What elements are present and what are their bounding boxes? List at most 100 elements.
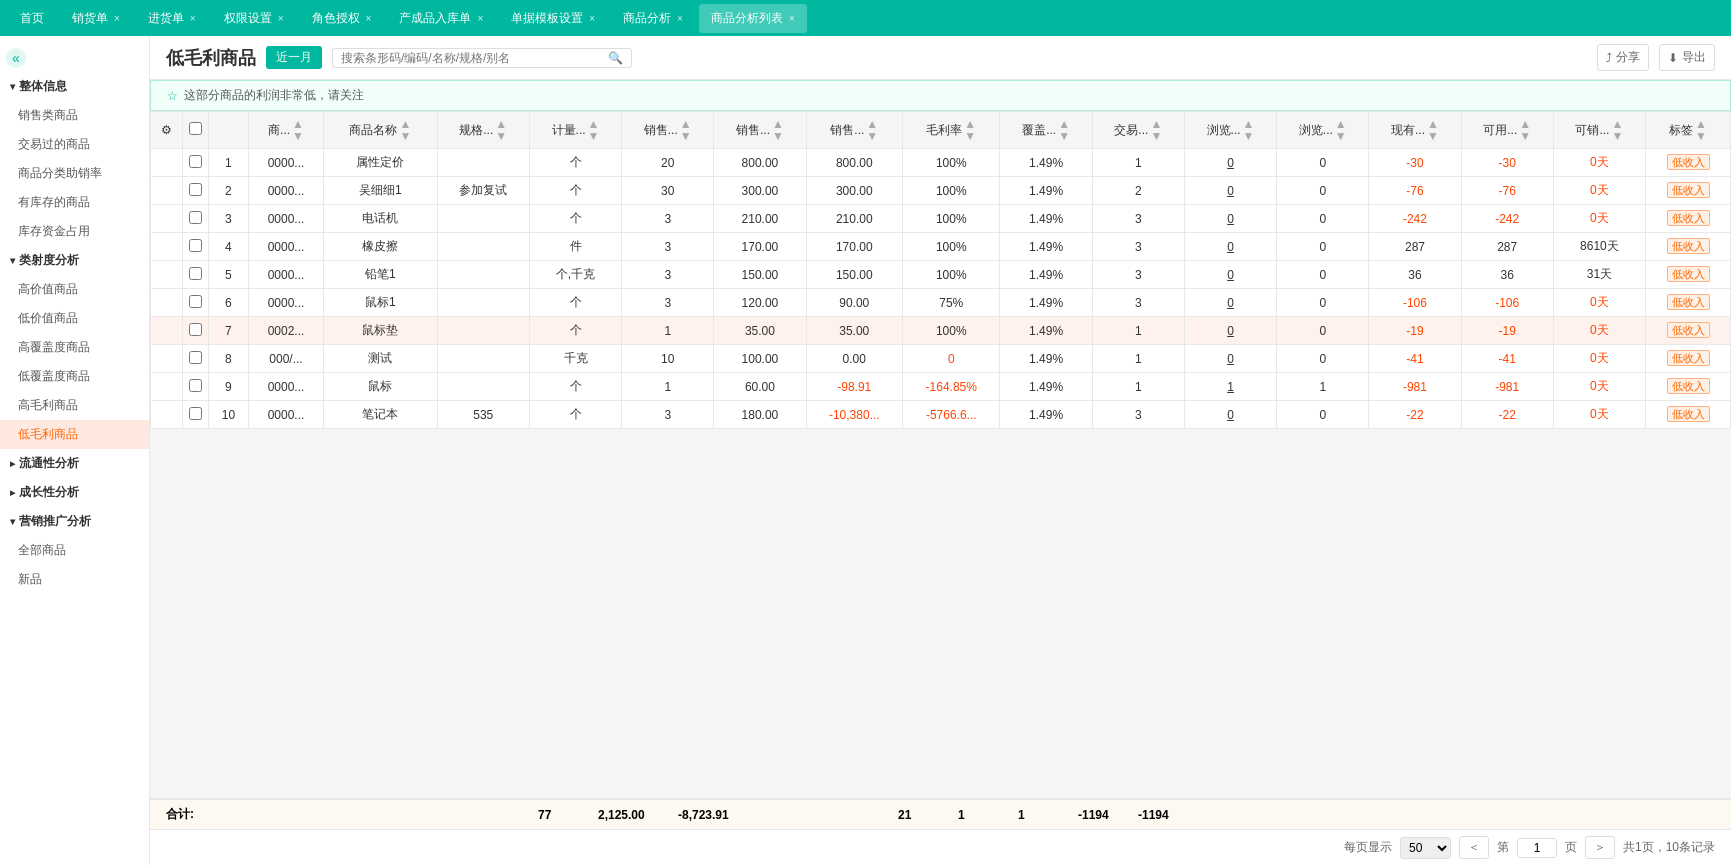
- sidebar-item-traded-goods[interactable]: 交易过的商品: [0, 130, 149, 159]
- td-name[interactable]: 鼠标: [324, 373, 437, 401]
- share-button[interactable]: ⤴ 分享: [1597, 44, 1649, 71]
- nav-product-analysis[interactable]: 商品分析 ×: [611, 4, 695, 33]
- search-input[interactable]: [341, 51, 604, 65]
- sidebar-item-in-stock[interactable]: 有库存的商品: [0, 188, 149, 217]
- export-button[interactable]: ⬇ 导出: [1659, 44, 1715, 71]
- td-view1[interactable]: 0: [1184, 261, 1276, 289]
- nav-product-analysis-list[interactable]: 商品分析列表 ×: [699, 4, 807, 33]
- th-trade[interactable]: 交易...▲▼: [1092, 112, 1184, 149]
- td-view1[interactable]: 0: [1184, 149, 1276, 177]
- close-icon[interactable]: ×: [190, 13, 196, 24]
- sidebar-item-low-profit[interactable]: 低毛利商品: [0, 420, 149, 449]
- nav-purchase-order[interactable]: 进货单 ×: [136, 4, 208, 33]
- th-saleable[interactable]: 可销...▲▼: [1553, 112, 1645, 149]
- td-tag: 低收入: [1646, 317, 1731, 345]
- td-settings: [151, 401, 183, 429]
- sidebar-group-overall[interactable]: ▾ 整体信息: [0, 72, 149, 101]
- row-checkbox[interactable]: [189, 239, 202, 252]
- close-icon[interactable]: ×: [278, 13, 284, 24]
- close-icon[interactable]: ×: [589, 13, 595, 24]
- next-page-btn[interactable]: ＞: [1585, 836, 1615, 859]
- nav-permissions[interactable]: 权限设置 ×: [212, 4, 296, 33]
- close-icon[interactable]: ×: [677, 13, 683, 24]
- close-icon[interactable]: ×: [789, 13, 795, 24]
- footer-view1: 1: [958, 808, 1018, 822]
- sidebar-group-category-analysis[interactable]: ▾ 类射度分析: [0, 246, 149, 275]
- row-checkbox[interactable]: [189, 323, 202, 336]
- td-name[interactable]: 属性定价: [324, 149, 437, 177]
- sidebar-group-circulation[interactable]: ▸ 流通性分析: [0, 449, 149, 478]
- prev-page-btn[interactable]: ＜: [1459, 836, 1489, 859]
- select-all-checkbox[interactable]: [189, 122, 202, 135]
- td-view1[interactable]: 0: [1184, 317, 1276, 345]
- sidebar-item-low-coverage[interactable]: 低覆盖度商品: [0, 362, 149, 391]
- nav-home[interactable]: 首页: [8, 4, 56, 33]
- th-view1[interactable]: 浏览...▲▼: [1184, 112, 1276, 149]
- sidebar-item-low-value[interactable]: 低价值商品: [0, 304, 149, 333]
- sidebar-item-capital[interactable]: 库存资金占用: [0, 217, 149, 246]
- th-sales1[interactable]: 销售...▲▼: [622, 112, 714, 149]
- filter-recent-month-btn[interactable]: 近一月: [266, 46, 322, 69]
- th-sales3[interactable]: 销售...▲▼: [806, 112, 902, 149]
- sidebar-item-new-goods[interactable]: 新品: [0, 565, 149, 594]
- td-name[interactable]: 橡皮擦: [324, 233, 437, 261]
- td-view1[interactable]: 0: [1184, 233, 1276, 261]
- td-name[interactable]: 铅笔1: [324, 261, 437, 289]
- td-name[interactable]: 吴细细1: [324, 177, 437, 205]
- sidebar-item-high-coverage[interactable]: 高覆盖度商品: [0, 333, 149, 362]
- th-cover-rate[interactable]: 覆盖...▲▼: [1000, 112, 1092, 149]
- sidebar-group-marketing[interactable]: ▾ 营销推广分析: [0, 507, 149, 536]
- td-view1[interactable]: 1: [1184, 373, 1276, 401]
- sidebar-collapse-btn[interactable]: «: [6, 48, 26, 68]
- row-checkbox[interactable]: [189, 267, 202, 280]
- td-view1[interactable]: 0: [1184, 289, 1276, 317]
- nav-template-settings[interactable]: 单据模板设置 ×: [499, 4, 607, 33]
- th-settings[interactable]: ⚙: [151, 112, 183, 149]
- row-checkbox[interactable]: [189, 183, 202, 196]
- page-size-select[interactable]: 50 20 100: [1400, 837, 1451, 859]
- th-code[interactable]: 商...▲▼: [248, 112, 323, 149]
- tag-badge: 低收入: [1667, 266, 1710, 282]
- row-checkbox[interactable]: [189, 295, 202, 308]
- td-view1[interactable]: 0: [1184, 345, 1276, 373]
- th-tag[interactable]: 标签▲▼: [1646, 112, 1731, 149]
- search-icon[interactable]: 🔍: [608, 51, 623, 65]
- td-view2: 0: [1277, 177, 1369, 205]
- sidebar-item-category-rate[interactable]: 商品分类助销率: [0, 159, 149, 188]
- sidebar-group-growth[interactable]: ▸ 成长性分析: [0, 478, 149, 507]
- th-unit[interactable]: 计量...▲▼: [529, 112, 621, 149]
- td-checkbox: [183, 317, 209, 345]
- th-name[interactable]: 商品名称▲▼: [324, 112, 437, 149]
- sidebar-item-all-goods[interactable]: 全部商品: [0, 536, 149, 565]
- row-checkbox[interactable]: [189, 379, 202, 392]
- td-name[interactable]: 鼠标垫: [324, 317, 437, 345]
- td-view1[interactable]: 0: [1184, 177, 1276, 205]
- td-name[interactable]: 鼠标1: [324, 289, 437, 317]
- nav-sales-order[interactable]: 销货单 ×: [60, 4, 132, 33]
- sidebar-item-high-value[interactable]: 高价值商品: [0, 275, 149, 304]
- td-name[interactable]: 笔记本: [324, 401, 437, 429]
- th-spec[interactable]: 规格...▲▼: [437, 112, 529, 149]
- th-stock[interactable]: 现有...▲▼: [1369, 112, 1461, 149]
- th-available[interactable]: 可用...▲▼: [1461, 112, 1553, 149]
- close-icon[interactable]: ×: [477, 13, 483, 24]
- row-checkbox[interactable]: [189, 407, 202, 420]
- sidebar-item-high-profit[interactable]: 高毛利商品: [0, 391, 149, 420]
- page-number-input[interactable]: [1517, 838, 1557, 858]
- th-view2[interactable]: 浏览...▲▼: [1277, 112, 1369, 149]
- close-icon[interactable]: ×: [366, 13, 372, 24]
- row-checkbox[interactable]: [189, 351, 202, 364]
- td-view1[interactable]: 0: [1184, 205, 1276, 233]
- close-icon[interactable]: ×: [114, 13, 120, 24]
- td-name[interactable]: 电话机: [324, 205, 437, 233]
- row-checkbox[interactable]: [189, 155, 202, 168]
- th-gross-rate[interactable]: 毛利率▲▼: [903, 112, 1000, 149]
- td-view1[interactable]: 0: [1184, 401, 1276, 429]
- th-sales2[interactable]: 销售...▲▼: [714, 112, 806, 149]
- nav-role-auth[interactable]: 角色授权 ×: [300, 4, 384, 33]
- row-checkbox[interactable]: [189, 211, 202, 224]
- sidebar-item-sales-goods[interactable]: 销售类商品: [0, 101, 149, 130]
- nav-product-entry[interactable]: 产成品入库单 ×: [387, 4, 495, 33]
- tag-badge: 低收入: [1667, 182, 1710, 198]
- td-name[interactable]: 测试: [324, 345, 437, 373]
